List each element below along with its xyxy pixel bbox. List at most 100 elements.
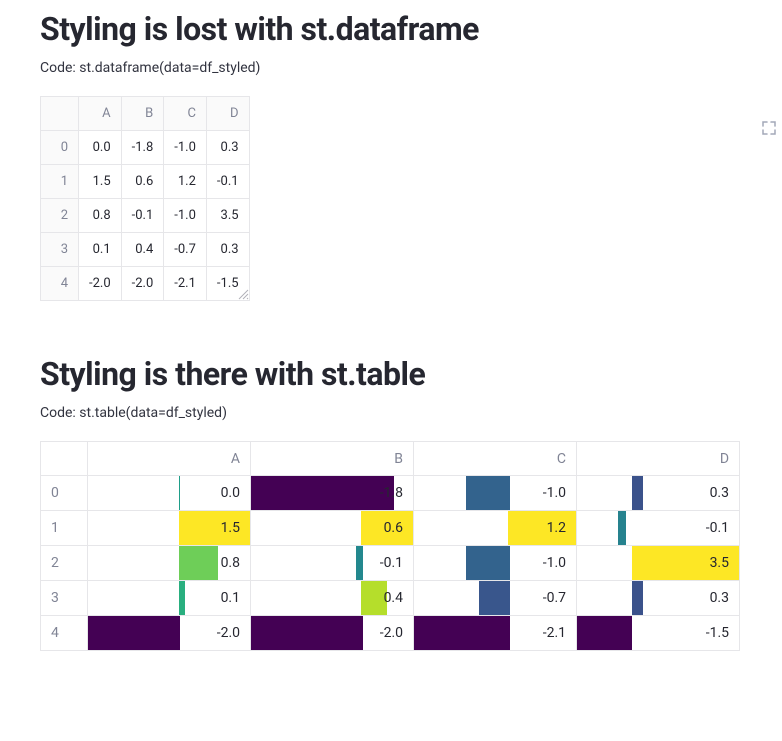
cell-value: 3.5 [710, 555, 729, 571]
bar-cell: 0.1 [88, 581, 251, 616]
bar-cell: 0.3 [577, 476, 740, 511]
col-header: D [577, 442, 740, 476]
bar-cell: 1.5 [88, 511, 251, 546]
col-header: A [88, 442, 251, 476]
cell: -2.0 [121, 267, 164, 301]
bar-cell: -1.8 [251, 476, 414, 511]
bar-cell: -2.1 [414, 616, 577, 651]
col-header: C [164, 97, 207, 131]
bar-cell: 0.6 [251, 511, 414, 546]
table-row: 0 0.0 -1.8 -1.0 0.3 [41, 476, 740, 511]
resize-handle-icon[interactable] [237, 288, 249, 300]
cell-value: -1.0 [543, 485, 566, 501]
col-header: B [251, 442, 414, 476]
bar-cell: -2.0 [88, 616, 251, 651]
cell: 0.1 [79, 233, 122, 267]
fullscreen-icon[interactable] [762, 120, 776, 139]
cell-value: -1.8 [380, 485, 403, 501]
table-row: 4-2.0-2.0-2.1-1.5 [41, 267, 250, 301]
row-index: 0 [41, 476, 88, 511]
cell: -1.0 [164, 199, 207, 233]
bar-cell: 3.5 [577, 546, 740, 581]
cell-value: 0.3 [710, 485, 729, 501]
cell: -0.7 [164, 233, 207, 267]
row-index: 2 [41, 546, 88, 581]
bar-cell: -1.5 [577, 616, 740, 651]
table-row: 2 0.8 -0.1 -1.0 3.5 [41, 546, 740, 581]
row-index: 4 [41, 267, 79, 301]
table-header-row: A B C D [41, 97, 250, 131]
cell: 0.8 [79, 199, 122, 233]
cell: 0.6 [121, 165, 164, 199]
section-table: Styling is there with st.table Code: st.… [40, 355, 742, 651]
cell-value: 0.1 [221, 590, 240, 606]
row-index: 2 [41, 199, 79, 233]
row-index: 1 [41, 165, 79, 199]
code-dataframe: Code: st.dataframe(data=df_styled) [40, 60, 742, 76]
cell: -2.0 [79, 267, 122, 301]
cell-value: 1.2 [547, 520, 566, 536]
cell: -1.0 [164, 131, 207, 165]
dataframe-widget[interactable]: A B C D 00.0-1.8-1.00.311.50.61.2-0.120.… [40, 96, 250, 301]
heading-dataframe: Styling is lost with st.dataframe [40, 10, 742, 48]
cell: 0.4 [121, 233, 164, 267]
corner-cell [41, 97, 79, 131]
cell: -0.1 [121, 199, 164, 233]
table-row: 20.8-0.1-1.03.5 [41, 199, 250, 233]
cell-value: 0.3 [710, 590, 729, 606]
table-header-row: A B C D [41, 442, 740, 476]
cell: -0.1 [206, 165, 249, 199]
styled-table: A B C D 0 0.0 -1.8 -1.0 0.3 1 1.5 0.6 1.2 -0.1 2 0.… [40, 441, 740, 651]
cell: 3.5 [206, 199, 249, 233]
dataframe-table: A B C D 00.0-1.8-1.00.311.50.61.2-0.120.… [40, 96, 250, 301]
bar-cell: -0.1 [251, 546, 414, 581]
row-index: 1 [41, 511, 88, 546]
cell-value: 0.0 [221, 485, 240, 501]
cell-value: 1.5 [221, 520, 240, 536]
table-row: 3 0.1 0.4 -0.7 0.3 [41, 581, 740, 616]
col-header: D [206, 97, 249, 131]
cell-value: -0.1 [380, 555, 403, 571]
bar-cell: -0.7 [414, 581, 577, 616]
bar-cell: 0.3 [577, 581, 740, 616]
cell: 1.2 [164, 165, 207, 199]
cell-value: -0.1 [706, 520, 729, 536]
bar-cell: 1.2 [414, 511, 577, 546]
bar-cell: 0.0 [88, 476, 251, 511]
cell-value: -2.0 [380, 625, 403, 641]
cell: 1.5 [79, 165, 122, 199]
row-index: 4 [41, 616, 88, 651]
row-index: 3 [41, 233, 79, 267]
cell-value: -2.0 [217, 625, 240, 641]
cell-value: 0.6 [384, 520, 403, 536]
table-row: 11.50.61.2-0.1 [41, 165, 250, 199]
section-dataframe: Styling is lost with st.dataframe Code: … [40, 10, 742, 305]
cell-value: -0.7 [543, 590, 566, 606]
bar-cell: 0.4 [251, 581, 414, 616]
bar-cell: -1.0 [414, 476, 577, 511]
cell: -1.8 [121, 131, 164, 165]
table-row: 30.10.4-0.70.3 [41, 233, 250, 267]
bar-cell: -1.0 [414, 546, 577, 581]
cell: 0.3 [206, 233, 249, 267]
bar-cell: -0.1 [577, 511, 740, 546]
table-row: 4 -2.0 -2.0 -2.1 -1.5 [41, 616, 740, 651]
cell-value: -1.5 [706, 625, 729, 641]
cell: 0.3 [206, 131, 249, 165]
row-index: 3 [41, 581, 88, 616]
table-row: 00.0-1.8-1.00.3 [41, 131, 250, 165]
corner-cell [41, 442, 88, 476]
col-header: A [79, 97, 122, 131]
table-row: 1 1.5 0.6 1.2 -0.1 [41, 511, 740, 546]
row-index: 0 [41, 131, 79, 165]
cell-value: 0.4 [384, 590, 403, 606]
cell-value: 0.8 [221, 555, 240, 571]
code-table: Code: st.table(data=df_styled) [40, 405, 742, 421]
col-header: C [414, 442, 577, 476]
cell: 0.0 [79, 131, 122, 165]
bar-cell: -2.0 [251, 616, 414, 651]
heading-table: Styling is there with st.table [40, 355, 742, 393]
cell: -2.1 [164, 267, 207, 301]
cell-value: -2.1 [543, 625, 566, 641]
col-header: B [121, 97, 164, 131]
